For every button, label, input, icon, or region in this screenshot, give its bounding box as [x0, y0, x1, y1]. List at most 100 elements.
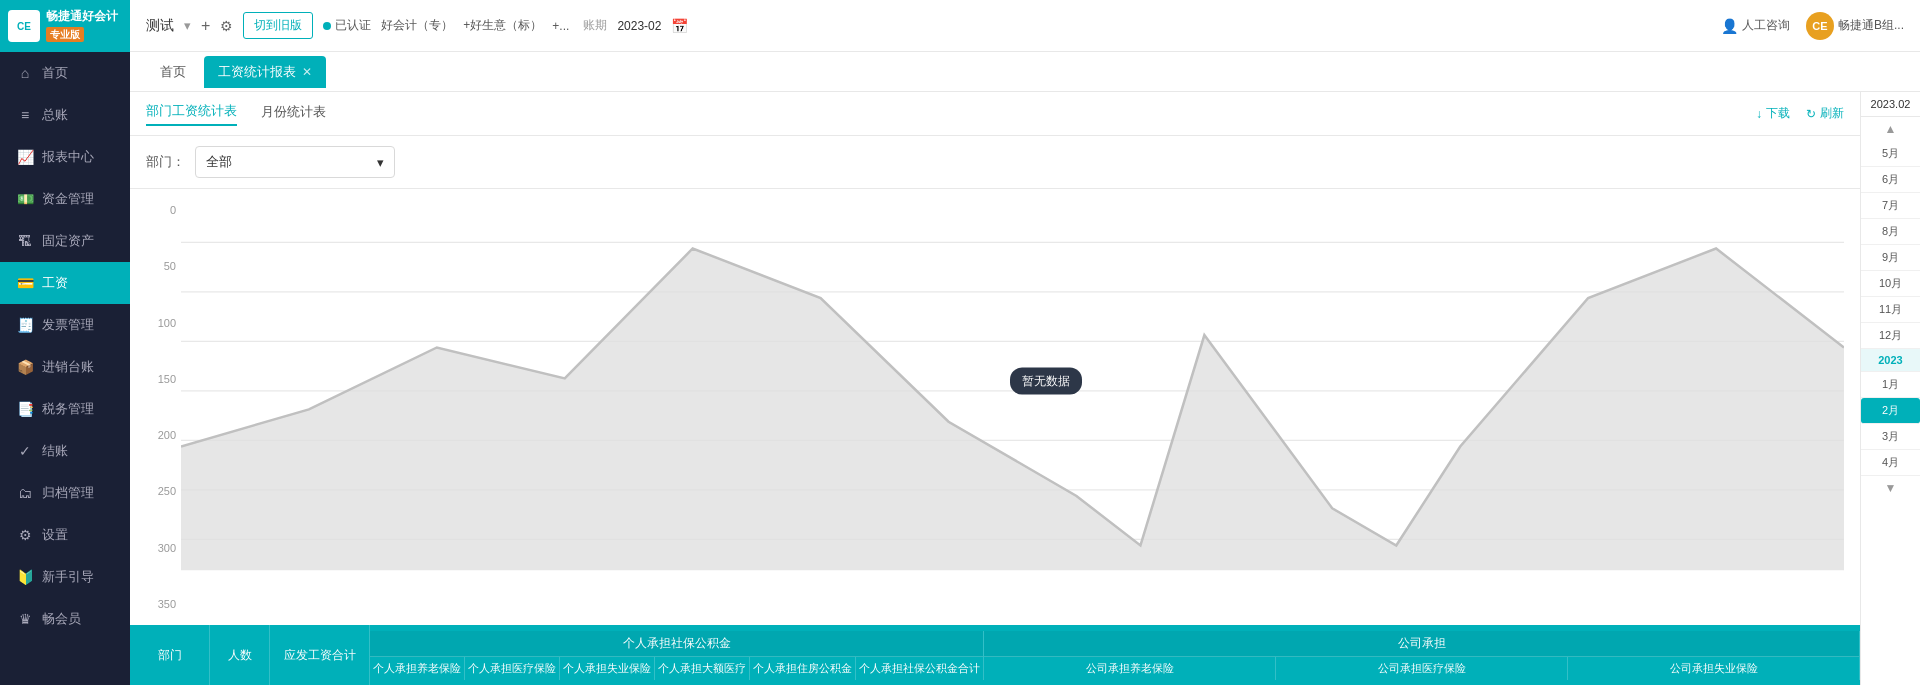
salary-icon: 💳 — [16, 275, 34, 291]
topbar: 测试 ▾ + ⚙ 切到旧版 已认证 好会计（专） +好生意（标） +... 账期… — [130, 0, 1920, 52]
subtab-monthly[interactable]: 月份统计表 — [261, 103, 326, 125]
dept-filter-label: 部门： — [146, 153, 185, 171]
sidebar-item-tax[interactable]: 📑 税务管理 — [0, 388, 130, 430]
th-personal-unemployment: 个人承担失业保险 — [560, 657, 655, 680]
th-dept: 部门 — [130, 625, 210, 685]
th-company-medical: 公司承担医疗保险 — [1276, 657, 1568, 680]
logo-icon: CE — [8, 10, 40, 42]
settlement-icon: ✓ — [16, 443, 34, 459]
sidebar-item-home[interactable]: ⌂ 首页 — [0, 52, 130, 94]
year-2023-label: 2023 — [1861, 349, 1920, 372]
month-3[interactable]: 3月 — [1861, 424, 1920, 450]
th-personal-housing-fund: 个人承担住房公积金 — [750, 657, 856, 680]
right-panel-date: 2023.02 — [1861, 92, 1920, 117]
month-7[interactable]: 7月 — [1861, 193, 1920, 219]
th-personal-group-title: 个人承担社保公积金 — [370, 631, 983, 657]
archive-icon: 🗂 — [16, 485, 34, 501]
main-area: 测试 ▾ + ⚙ 切到旧版 已认证 好会计（专） +好生意（标） +... 账期… — [130, 0, 1920, 685]
certified-badge: 已认证 — [323, 17, 371, 34]
switch-mode-button[interactable]: 切到旧版 — [243, 12, 313, 39]
sidebar-item-assets[interactable]: 🏗 固定资产 — [0, 220, 130, 262]
month-1[interactable]: 1月 — [1861, 372, 1920, 398]
content-area: 部门工资统计表 月份统计表 ↓ 下载 ↻ 刷新 — [130, 92, 1920, 685]
logo-text: 畅捷通好会计 专业版 — [46, 9, 118, 42]
purchase-icon: 📦 — [16, 359, 34, 375]
month-4[interactable]: 4月 — [1861, 450, 1920, 476]
th-company-pension: 公司承担养老保险 — [984, 657, 1276, 680]
sidebar-item-member[interactable]: ♛ 畅会员 — [0, 598, 130, 640]
month-8[interactable]: 8月 — [1861, 219, 1920, 245]
period-value: 2023-02 — [617, 19, 661, 33]
assets-icon: 🏗 — [16, 233, 34, 249]
period-label: 账期 — [583, 17, 607, 34]
scroll-down-button[interactable]: ▼ — [1881, 478, 1901, 498]
month-10[interactable]: 10月 — [1861, 271, 1920, 297]
service-badge: +好生意（标） — [463, 17, 542, 34]
user-profile[interactable]: CE 畅捷通B组... — [1806, 12, 1904, 40]
content-main: 部门工资统计表 月份统计表 ↓ 下载 ↻ 刷新 — [130, 92, 1860, 685]
reports-icon: 📈 — [16, 149, 34, 165]
sidebar-item-settlement[interactable]: ✓ 结账 — [0, 430, 130, 472]
dept-filter-select[interactable]: 全部 ▾ — [195, 146, 395, 178]
sidebar-item-archive[interactable]: 🗂 归档管理 — [0, 472, 130, 514]
sidebar-item-reports[interactable]: 📈 报表中心 — [0, 136, 130, 178]
th-personal-medical: 个人承担医疗保险 — [465, 657, 560, 680]
tab-close-icon[interactable]: ✕ — [302, 65, 312, 79]
user-avatar: CE — [1806, 12, 1834, 40]
tax-icon: 📑 — [16, 401, 34, 417]
sidebar-item-invoice[interactable]: 🧾 发票管理 — [0, 304, 130, 346]
th-personal-total: 个人承担社保公积金合计 — [856, 657, 983, 680]
help-button[interactable]: 👤 人工咨询 — [1721, 17, 1790, 34]
sidebar-item-guide[interactable]: 🔰 新手引导 — [0, 556, 130, 598]
select-arrow-icon: ▾ — [377, 155, 384, 170]
month-12[interactable]: 12月 — [1861, 323, 1920, 349]
tab-home[interactable]: 首页 — [146, 56, 200, 88]
refresh-button[interactable]: ↻ 刷新 — [1806, 105, 1844, 122]
subtab-bar: 部门工资统计表 月份统计表 ↓ 下载 ↻ 刷新 — [130, 92, 1860, 136]
add-button[interactable]: + — [201, 17, 210, 35]
sidebar-item-funds[interactable]: 💵 资金管理 — [0, 178, 130, 220]
more-badge: +... — [552, 19, 569, 33]
company-dropdown-arrow[interactable]: ▾ — [184, 18, 191, 33]
badge-dot — [323, 22, 331, 30]
invoice-icon: 🧾 — [16, 317, 34, 333]
month-9[interactable]: 9月 — [1861, 245, 1920, 271]
scroll-up-button[interactable]: ▲ — [1881, 119, 1901, 139]
month-5[interactable]: 5月 — [1861, 141, 1920, 167]
month-11[interactable]: 11月 — [1861, 297, 1920, 323]
filter-bar: 部门： 全部 ▾ — [130, 136, 1860, 189]
tab-salary-report[interactable]: 工资统计报表 ✕ — [204, 56, 326, 88]
subtab-dept[interactable]: 部门工资统计表 — [146, 102, 237, 126]
funds-icon: 💵 — [16, 191, 34, 207]
th-company-unemployment: 公司承担失业保险 — [1568, 657, 1859, 680]
th-personal-pension: 个人承担养老保险 — [370, 657, 465, 680]
th-company-group: 公司承担 公司承担养老保险 公司承担医疗保险 公司承担失业保险 — [984, 631, 1860, 680]
th-company-group-title: 公司承担 — [984, 631, 1859, 657]
help-icon: 👤 — [1721, 18, 1738, 34]
chart-y-labels: 350 300 250 200 150 100 50 0 — [146, 199, 181, 615]
topbar-right: 👤 人工咨询 CE 畅捷通B组... — [1721, 12, 1904, 40]
product-badge: 好会计（专） — [381, 17, 453, 34]
subtab-actions: ↓ 下载 ↻ 刷新 — [1756, 105, 1844, 122]
chart-wrapper: 350 300 250 200 150 100 50 0 — [146, 199, 1844, 615]
download-icon: ↓ — [1756, 107, 1762, 121]
download-button[interactable]: ↓ 下载 — [1756, 105, 1790, 122]
sidebar-item-purchase[interactable]: 📦 进销台账 — [0, 346, 130, 388]
month-2-active[interactable]: 2月 — [1861, 398, 1920, 424]
right-panel: 2023.02 ▲ 5月 6月 7月 8月 9月 10月 11月 12月 202… — [1860, 92, 1920, 685]
sidebar-item-salary[interactable]: 💳 工资 — [0, 262, 130, 304]
topbar-settings-button[interactable]: ⚙ — [220, 18, 233, 34]
refresh-icon: ↻ — [1806, 107, 1816, 121]
sidebar: CE 畅捷通好会计 专业版 ⌂ 首页 ≡ 总账 📈 报表中心 💵 资金管理 🏗 … — [0, 0, 130, 685]
sidebar-item-settings[interactable]: ⚙ 设置 — [0, 514, 130, 556]
chart-svg: 暂无数据 — [181, 199, 1844, 595]
month-6[interactable]: 6月 — [1861, 167, 1920, 193]
calendar-icon[interactable]: 📅 — [671, 18, 688, 34]
th-personal-group: 个人承担社保公积金 个人承担养老保险 个人承担医疗保险 个人承担失业保险 个人承… — [370, 631, 984, 680]
th-people: 人数 — [210, 625, 270, 685]
table-header: 部门 人数 应发工资合计 个人承担社保公积金 个人承担养老保险 — [130, 625, 1860, 685]
settings-icon: ⚙ — [16, 527, 34, 543]
sidebar-item-ledger[interactable]: ≡ 总账 — [0, 94, 130, 136]
chart-area: 350 300 250 200 150 100 50 0 — [130, 189, 1860, 625]
member-icon: ♛ — [16, 611, 34, 627]
